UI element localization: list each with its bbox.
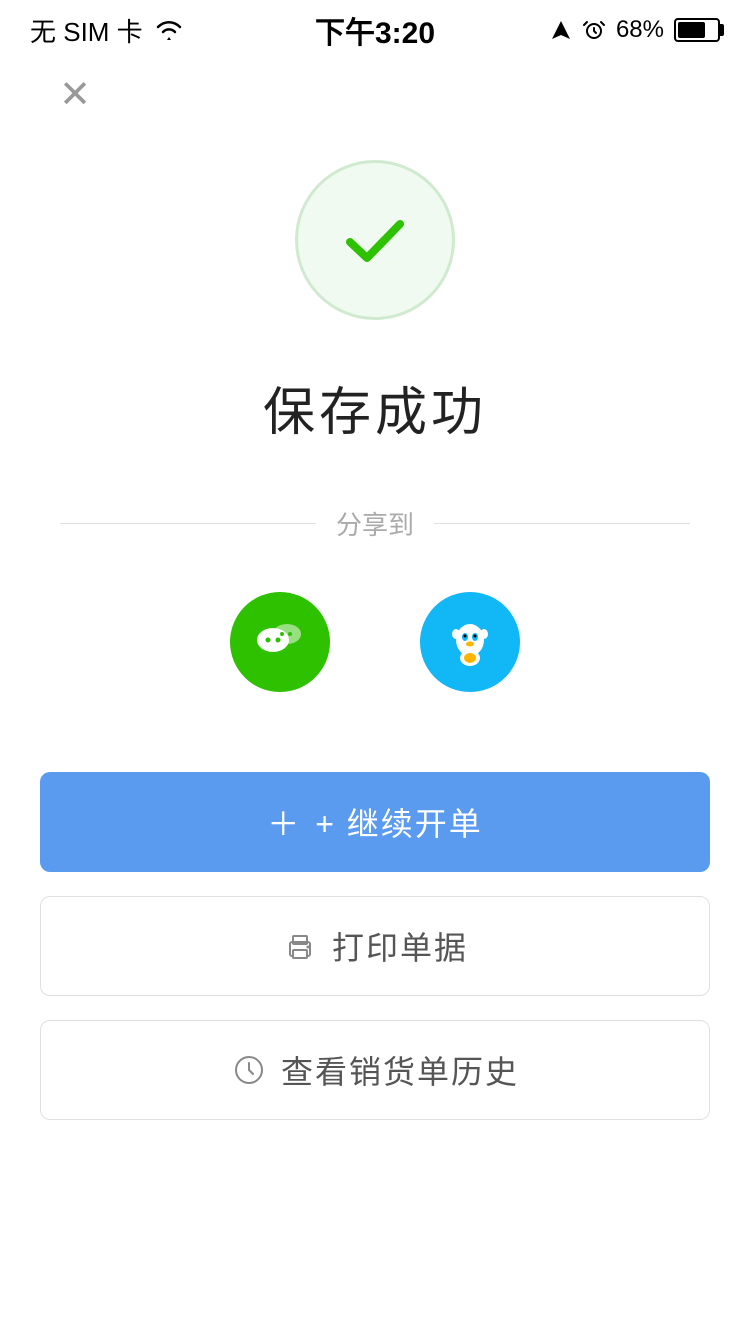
divider-right [434, 523, 690, 524]
history-icon [231, 1052, 267, 1088]
print-button[interactable]: 打印单据 [40, 896, 710, 996]
divider-left [60, 523, 316, 524]
success-title: 保存成功 [263, 370, 487, 445]
status-carrier: 无 SIM 卡 [30, 12, 185, 49]
history-label: 查看销货单历史 [281, 1047, 519, 1093]
continue-button[interactable]: ＋ + 继续开单 [40, 772, 710, 872]
close-button[interactable]: ✕ [50, 70, 100, 120]
share-row [230, 592, 520, 692]
alarm-icon [582, 18, 606, 42]
carrier-text: 无 SIM 卡 [30, 12, 143, 49]
qq-icon [440, 612, 500, 672]
battery-icon [674, 18, 720, 42]
status-time: 下午3:20 [315, 8, 435, 52]
buttons-section: ＋ + 继续开单 打印单据 查看销货单历史 [0, 772, 750, 1120]
print-label: 打印单据 [332, 923, 468, 969]
status-right: 68% [550, 16, 720, 44]
wechat-icon [250, 612, 310, 672]
share-label: 分享到 [316, 505, 434, 542]
print-icon [282, 928, 318, 964]
main-content: 保存成功 分享到 [0, 60, 750, 1120]
checkmark-icon [335, 200, 415, 280]
battery-percent: 68% [616, 16, 664, 44]
plus-icon: ＋ [267, 799, 301, 845]
continue-label: + 继续开单 [315, 799, 483, 845]
close-icon: ✕ [59, 76, 91, 114]
divider-section: 分享到 [0, 505, 750, 542]
wechat-share-button[interactable] [230, 592, 330, 692]
wifi-icon [153, 19, 185, 41]
location-icon [550, 19, 572, 41]
qq-share-button[interactable] [420, 592, 520, 692]
status-bar: 无 SIM 卡 下午3:20 68% [0, 0, 750, 60]
history-button[interactable]: 查看销货单历史 [40, 1020, 710, 1120]
success-circle [295, 160, 455, 320]
